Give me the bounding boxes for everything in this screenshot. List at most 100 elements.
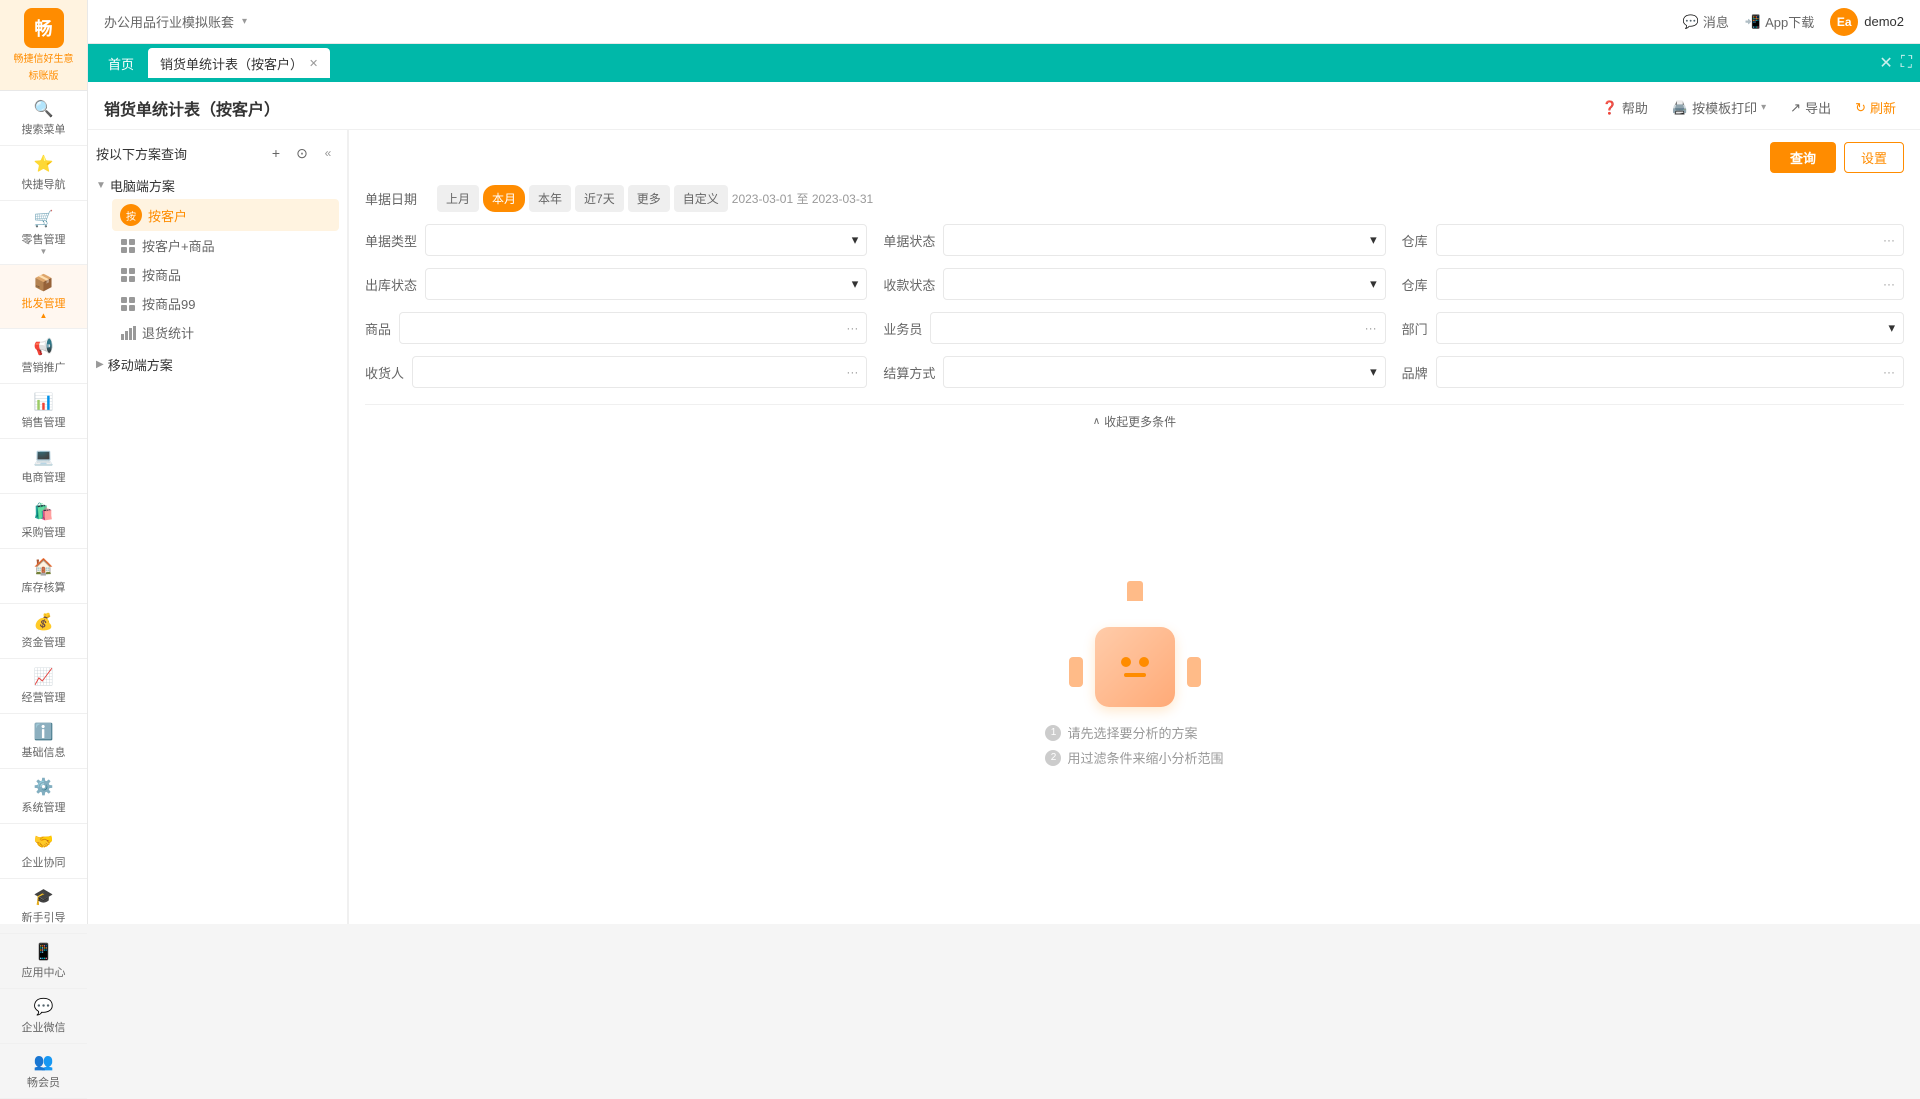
print-dropdown-icon: ▾ [1761,102,1766,113]
date-btn-this-month[interactable]: 本月 [483,185,525,212]
app-download-action[interactable]: 📲 App下载 [1745,12,1814,31]
date-btn-last-7[interactable]: 近7天 [575,185,624,212]
scheme-item-by-customer[interactable]: 按 按客户 [112,199,339,231]
order-status-arrow: ▾ [1370,232,1377,248]
sidebar-item-retail-label: 零售管理 [22,231,66,247]
recipient-label: 收货人 [365,363,404,382]
export-icon: ↗ [1790,100,1801,116]
scheme-item-return-stats[interactable]: 退货统计 [112,318,339,347]
sidebar-item-base[interactable]: ℹ️ 基础信息 [0,714,87,769]
help-button[interactable]: ❓ 帮助 [1594,94,1656,121]
recipient-select[interactable]: ··· [412,356,867,388]
product-select[interactable]: ··· [399,312,867,344]
tab-bar-actions: ✕ ⛶ [1879,53,1912,73]
settlement-select[interactable]: ▾ [943,356,1385,388]
message-action[interactable]: 💬 消息 [1683,12,1729,31]
scheme-collapse-btn[interactable]: « [317,142,339,164]
sidebar-item-purchase[interactable]: 🛍️ 采购管理 [0,494,87,549]
sidebar-item-search[interactable]: 🔍 搜索菜单 [0,91,87,146]
sidebar-item-enterprise[interactable]: 🤝 企业协同 [0,824,87,879]
receive-status-select[interactable]: ▾ [943,268,1385,300]
right-panel: 查询 设置 单据日期 上月 本月 本年 近7天 更多 自定义 2023-03-0… [349,130,1920,924]
filter-cell-order-status: 单据状态 ▾ [883,224,1385,256]
sidebar-item-sales[interactable]: 📊 销售管理 [0,384,87,439]
sidebar-item-app-center[interactable]: 📱 应用中心 [0,934,87,989]
collapse-bar[interactable]: ∧ 收起更多条件 [365,404,1904,438]
message-icon: 💬 [1683,14,1699,30]
filter-row-date: 单据日期 上月 本月 本年 近7天 更多 自定义 2023-03-01 至 20… [365,185,1904,212]
scheme-item-by-customer-product[interactable]: 按客户+商品 [112,231,339,260]
print-button[interactable]: 🖨️ 按模板打印 ▾ [1664,94,1774,121]
tab-home[interactable]: 首页 [96,48,146,78]
query-button[interactable]: 查询 [1770,142,1836,173]
date-btn-this-year[interactable]: 本年 [529,185,571,212]
by-customer-icon: 按 [120,204,142,226]
sidebar-item-member[interactable]: 👥 畅会员 [0,1044,87,1099]
filter-cell-brand: 品牌 ··· [1402,356,1904,388]
tab-sales-stats[interactable]: 销货单统计表（按客户） ✕ [148,48,330,78]
header-dropdown-icon[interactable]: ▾ [242,16,247,27]
brand-ellipsis: ··· [1883,365,1895,379]
order-status-select[interactable]: ▾ [943,224,1385,256]
scheme-add-btn[interactable]: + [265,142,287,164]
filter-cell-out-status: 出库状态 ▾ [365,268,867,300]
refresh-icon: ↻ [1855,100,1866,116]
date-btn-more[interactable]: 更多 [628,185,670,212]
sidebar-item-newbie[interactable]: 🎓 新手引导 [0,879,87,934]
date-btn-custom[interactable]: 自定义 [674,185,728,212]
sidebar-item-member-label: 畅会员 [27,1074,60,1090]
scheme-group-desktop-header[interactable]: ▼ 电脑端方案 [96,172,339,199]
out-status-select[interactable]: ▾ [425,268,867,300]
empty-hint-1: 请先选择要分析的方案 [1045,723,1223,742]
scheme-item-by-product[interactable]: 按商品 [112,260,339,289]
settings-button[interactable]: 设置 [1844,142,1904,173]
sidebar-item-finance[interactable]: 💰 资金管理 [0,604,87,659]
collapse-icon: ∧ [1093,416,1100,427]
salesperson-select[interactable]: ··· [930,312,1385,344]
search-icon: 🔍 [34,99,54,119]
export-button[interactable]: ↗ 导出 [1782,94,1839,121]
user-profile[interactable]: Ea demo2 [1830,8,1904,36]
sidebar-item-operations[interactable]: 📈 经营管理 [0,659,87,714]
sidebar-item-base-label: 基础信息 [22,744,66,760]
tab-expand-btn[interactable]: ⛶ [1901,54,1912,72]
sidebar-item-sales-label: 销售管理 [22,414,66,430]
sidebar-item-wechat[interactable]: 💬 企业微信 [0,989,87,1044]
order-type-select[interactable]: ▾ [425,224,867,256]
warehouse-2-select[interactable]: ··· [1436,268,1904,300]
sidebar-item-ecommerce[interactable]: 💻 电商管理 [0,439,87,494]
refresh-button[interactable]: ↻ 刷新 [1847,94,1904,121]
sidebar-item-retail[interactable]: 🛒 零售管理 ▼ [0,201,87,265]
system-icon: ⚙️ [34,777,54,797]
sidebar: 畅 畅捷信好生意 标账版 🔍 搜索菜单 ⭐ 快捷导航 🛒 零售管理 ▼ 📦 批发… [0,0,88,924]
wholesale-arrow: ▲ [40,311,48,320]
sidebar-item-inventory[interactable]: 🏠 库存核算 [0,549,87,604]
top-header: 办公用品行业模拟账套 ▾ 💬 消息 📲 App下载 Ea demo2 [88,0,1920,44]
scheme-group-mobile-header[interactable]: ▶ 移动端方案 [96,351,339,378]
brand-select[interactable]: ··· [1436,356,1904,388]
filter-cell-order-type: 单据类型 ▾ [365,224,867,256]
filter-cell-receive-status: 收款状态 ▾ [883,268,1385,300]
by-customer-product-label: 按客户+商品 [142,236,215,255]
tab-close-icon[interactable]: ✕ [309,57,318,70]
sidebar-item-quick-nav[interactable]: ⭐ 快捷导航 [0,146,87,201]
refresh-label: 刷新 [1870,98,1896,117]
export-label: 导出 [1805,98,1831,117]
filter-cell-product: 商品 ··· [365,312,867,344]
sidebar-item-finance-label: 资金管理 [22,634,66,650]
recipient-ellipsis: ··· [846,365,858,379]
sidebar-item-system[interactable]: ⚙️ 系统管理 [0,769,87,824]
order-type-arrow: ▾ [852,232,859,248]
tab-close-btn[interactable]: ✕ [1879,53,1892,73]
sidebar-item-marketing[interactable]: 📢 营销推广 [0,329,87,384]
scheme-settings-btn[interactable]: ⊙ [291,142,313,164]
scheme-title: 按以下方案查询 [96,144,187,163]
filter-cell-salesperson: 业务员 ··· [883,312,1385,344]
return-stats-label: 退货统计 [142,323,194,342]
by-product-label: 按商品 [142,265,181,284]
warehouse-select[interactable]: ··· [1436,224,1904,256]
scheme-item-by-product-99[interactable]: 按商品99 [112,289,339,318]
date-btn-last-month[interactable]: 上月 [437,185,479,212]
department-select[interactable]: ▾ [1436,312,1904,344]
sidebar-item-wholesale[interactable]: 📦 批发管理 ▲ [0,265,87,329]
